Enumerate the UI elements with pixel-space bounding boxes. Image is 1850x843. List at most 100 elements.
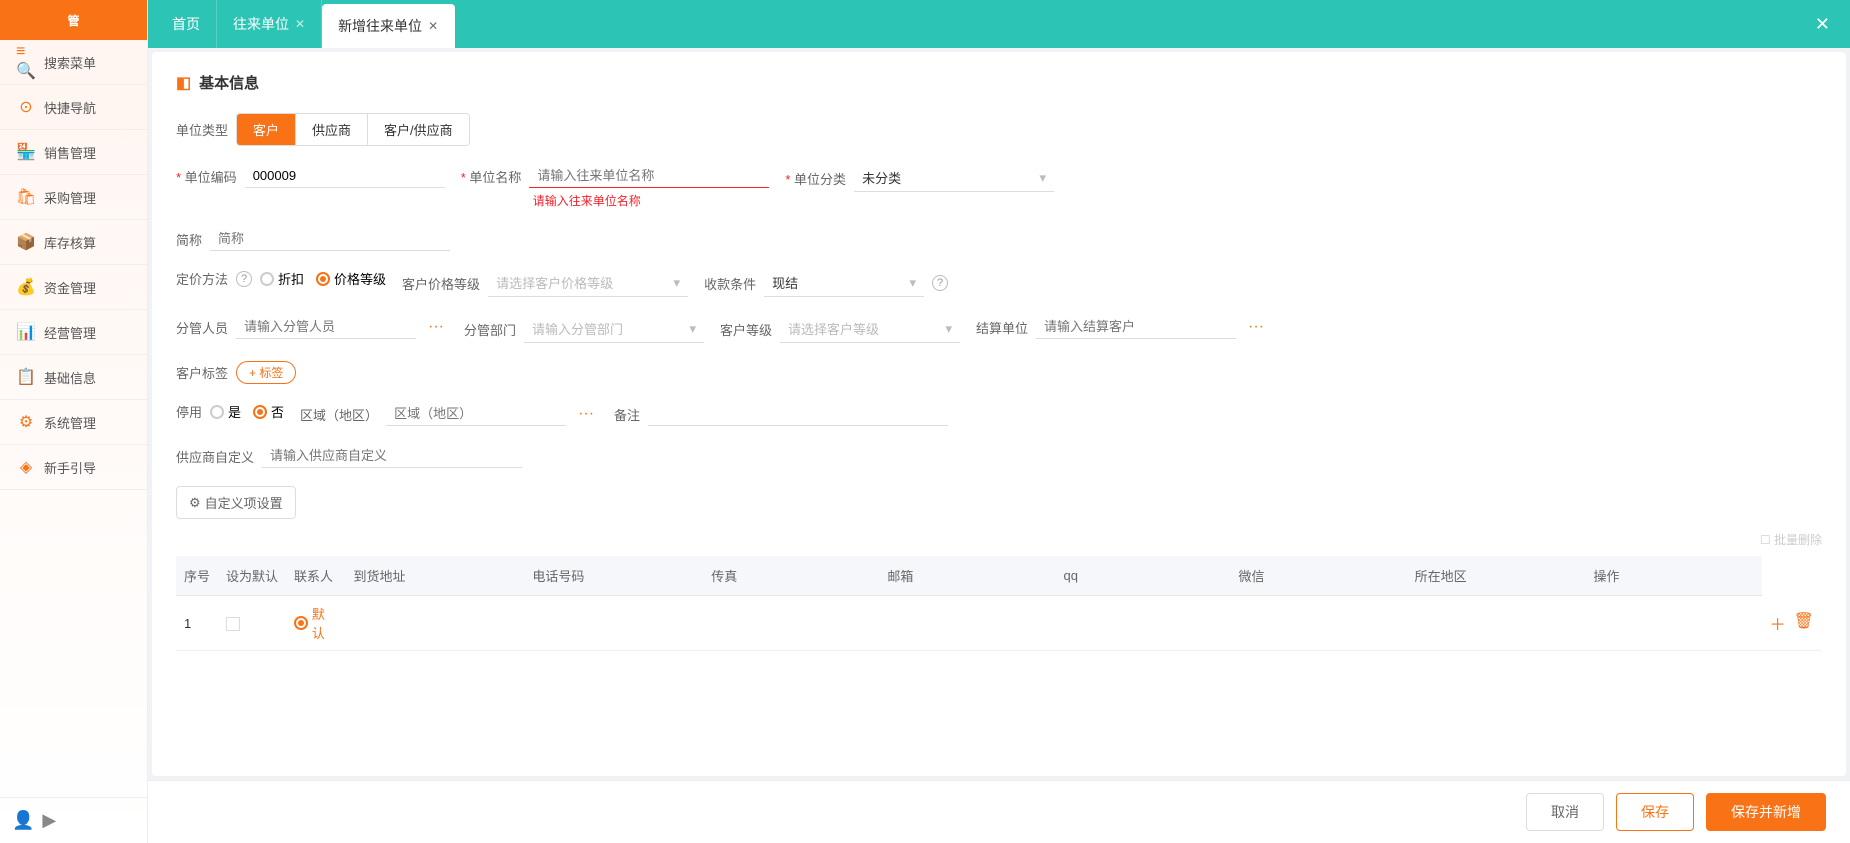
manager-more-icon[interactable]: ···: [424, 318, 448, 336]
cell-wechat[interactable]: [1407, 596, 1586, 651]
window-close-button[interactable]: ✕: [1803, 14, 1842, 35]
disabled-yes-option[interactable]: 是: [210, 402, 241, 421]
sidebar-item-quicknav[interactable]: ⊙ 快捷导航: [0, 85, 147, 130]
table-header-row: 序号 设为默认 联系人 到货地址 电话号码 传真 邮箱 qq 微信 所在地区 操…: [176, 556, 1822, 596]
disabled-no-option[interactable]: 否: [253, 402, 284, 421]
region-row-input[interactable]: [1593, 616, 1753, 631]
customer-level-select[interactable]: 请选择客户等级 ▾: [780, 315, 960, 343]
manager-input[interactable]: [236, 315, 416, 339]
remark-field: 备注: [614, 402, 948, 426]
section-info-icon: ◧: [176, 73, 191, 93]
sidebar-item-search[interactable]: ≡🔍 搜索菜单: [0, 40, 147, 85]
cancel-button[interactable]: 取消: [1526, 793, 1604, 831]
payment-terms-label: 收款条件: [704, 274, 756, 293]
pricing-help-icon[interactable]: ?: [236, 271, 252, 287]
save-button[interactable]: 保存: [1616, 793, 1694, 831]
sidebar-item-base[interactable]: 📋 基础信息: [0, 355, 147, 400]
sidebar-item-sales[interactable]: 🏪 销售管理: [0, 130, 147, 175]
unit-code-field: 单位编码: [176, 164, 445, 188]
cell-qq[interactable]: [1230, 596, 1406, 651]
row-actions: ＋ 🗑: [1770, 611, 1814, 635]
region-field: 区域（地区） ···: [300, 402, 598, 426]
row-checkbox[interactable]: [226, 617, 240, 631]
short-name-field: 简称: [176, 227, 450, 251]
sidebar-item-operation[interactable]: 📊 经营管理: [0, 310, 147, 355]
tab-partners-close[interactable]: ✕: [295, 17, 305, 31]
cell-address[interactable]: [524, 596, 703, 651]
wechat-input[interactable]: [1415, 616, 1578, 631]
col-default: 设为默认: [218, 556, 286, 596]
cell-region[interactable]: [1585, 596, 1761, 651]
tab-partners[interactable]: 往来单位 ✕: [217, 0, 322, 48]
unit-name-input[interactable]: [529, 164, 769, 188]
settlement-more-icon[interactable]: ···: [1244, 318, 1268, 336]
row-add-icon[interactable]: ＋: [1770, 611, 1786, 635]
table-row: 1 默认: [176, 596, 1822, 651]
custom-settings-button[interactable]: ⚙ 自定义项设置: [176, 486, 296, 519]
price-level-chevron-icon: ▾: [674, 275, 681, 291]
operation-icon: 📊: [16, 322, 36, 342]
unit-code-label: 单位编码: [176, 167, 237, 186]
tab-home[interactable]: 首页: [156, 0, 217, 48]
customer-price-level-label: 客户价格等级: [402, 274, 480, 293]
contact-input[interactable]: [354, 616, 517, 631]
settings-icon[interactable]: ▶: [42, 810, 56, 831]
disabled-no-radio: [253, 405, 267, 419]
pricing-method-field: 定价方法 ? 折扣 价格等级: [176, 269, 386, 288]
settlement-unit-input[interactable]: [1036, 315, 1236, 339]
cell-phone[interactable]: [703, 596, 879, 651]
batch-delete-btn[interactable]: ☐ 批量删除: [176, 531, 1822, 548]
cell-default-radio: 默认: [286, 596, 345, 651]
row-delete-icon[interactable]: 🗑: [1794, 611, 1814, 635]
disabled-field: 停用 是 否: [176, 402, 284, 421]
default-radio-option[interactable]: 默认: [294, 604, 337, 642]
phone-input[interactable]: [711, 616, 871, 631]
customer-level-field: 客户等级 请选择客户等级 ▾: [720, 315, 960, 343]
save-and-new-button[interactable]: 保存并新增: [1706, 793, 1826, 831]
supplier-custom-field: 供应商自定义: [176, 444, 522, 468]
email-input[interactable]: [1064, 616, 1223, 631]
payment-help-icon[interactable]: ?: [932, 275, 948, 291]
unit-type-field: 单位类型 客户 供应商 客户/供应商: [176, 113, 470, 146]
pricing-method-label: 定价方法: [176, 269, 228, 288]
unit-type-supplier[interactable]: 供应商: [296, 114, 368, 145]
pricing-discount-option[interactable]: 折扣: [260, 269, 304, 288]
cell-contact[interactable]: [346, 596, 525, 651]
pricing-level-option[interactable]: 价格等级: [316, 269, 386, 288]
settlement-unit-label: 结算单位: [976, 318, 1028, 337]
supplier-custom-input[interactable]: [262, 444, 522, 468]
tab-new-partner-close[interactable]: ✕: [428, 19, 438, 33]
fax-input[interactable]: [887, 616, 1047, 631]
qq-input[interactable]: [1238, 616, 1398, 631]
unit-type-customer[interactable]: 客户: [237, 114, 296, 145]
cell-seq: 1: [176, 596, 218, 651]
add-tag-button[interactable]: + 标签: [236, 361, 296, 384]
region-input[interactable]: [386, 402, 566, 426]
col-qq: qq: [1056, 556, 1231, 596]
sales-icon: 🏪: [16, 142, 36, 162]
col-phone: 电话号码: [524, 556, 703, 596]
sidebar-item-system[interactable]: ⚙ 系统管理: [0, 400, 147, 445]
address-input[interactable]: [532, 616, 695, 631]
unit-type-both[interactable]: 客户/供应商: [368, 114, 469, 145]
disabled-region-row: 停用 是 否 区域（地区） ··· 备注: [176, 402, 1822, 426]
sidebar-item-inventory[interactable]: 📦 库存核算: [0, 220, 147, 265]
section-title: 基本信息: [199, 72, 259, 93]
payment-terms-select[interactable]: 现结 ▾: [764, 269, 924, 297]
sidebar-item-finance[interactable]: 💰 资金管理: [0, 265, 147, 310]
sidebar-item-purchase[interactable]: 🛍 采购管理: [0, 175, 147, 220]
customer-price-level-select[interactable]: 请选择客户价格等级 ▾: [488, 269, 688, 297]
tab-new-partner[interactable]: 新增往来单位 ✕: [322, 4, 455, 48]
pricing-row: 定价方法 ? 折扣 价格等级 客户价格等级 请选择客户价格等级: [176, 269, 1822, 297]
col-email: 邮箱: [879, 556, 1055, 596]
remark-input[interactable]: [648, 402, 948, 426]
unit-category-select[interactable]: 未分类 ▾: [854, 164, 1054, 192]
cell-fax[interactable]: [879, 596, 1055, 651]
cell-email[interactable]: [1056, 596, 1231, 651]
sidebar-item-newbie[interactable]: ◈ 新手引导: [0, 445, 147, 490]
region-more-icon[interactable]: ···: [574, 405, 598, 423]
unit-code-input[interactable]: [245, 164, 445, 188]
pricing-discount-radio: [260, 272, 274, 286]
short-name-input[interactable]: [210, 227, 450, 251]
department-select[interactable]: 请输入分管部门 ▾: [524, 315, 704, 343]
